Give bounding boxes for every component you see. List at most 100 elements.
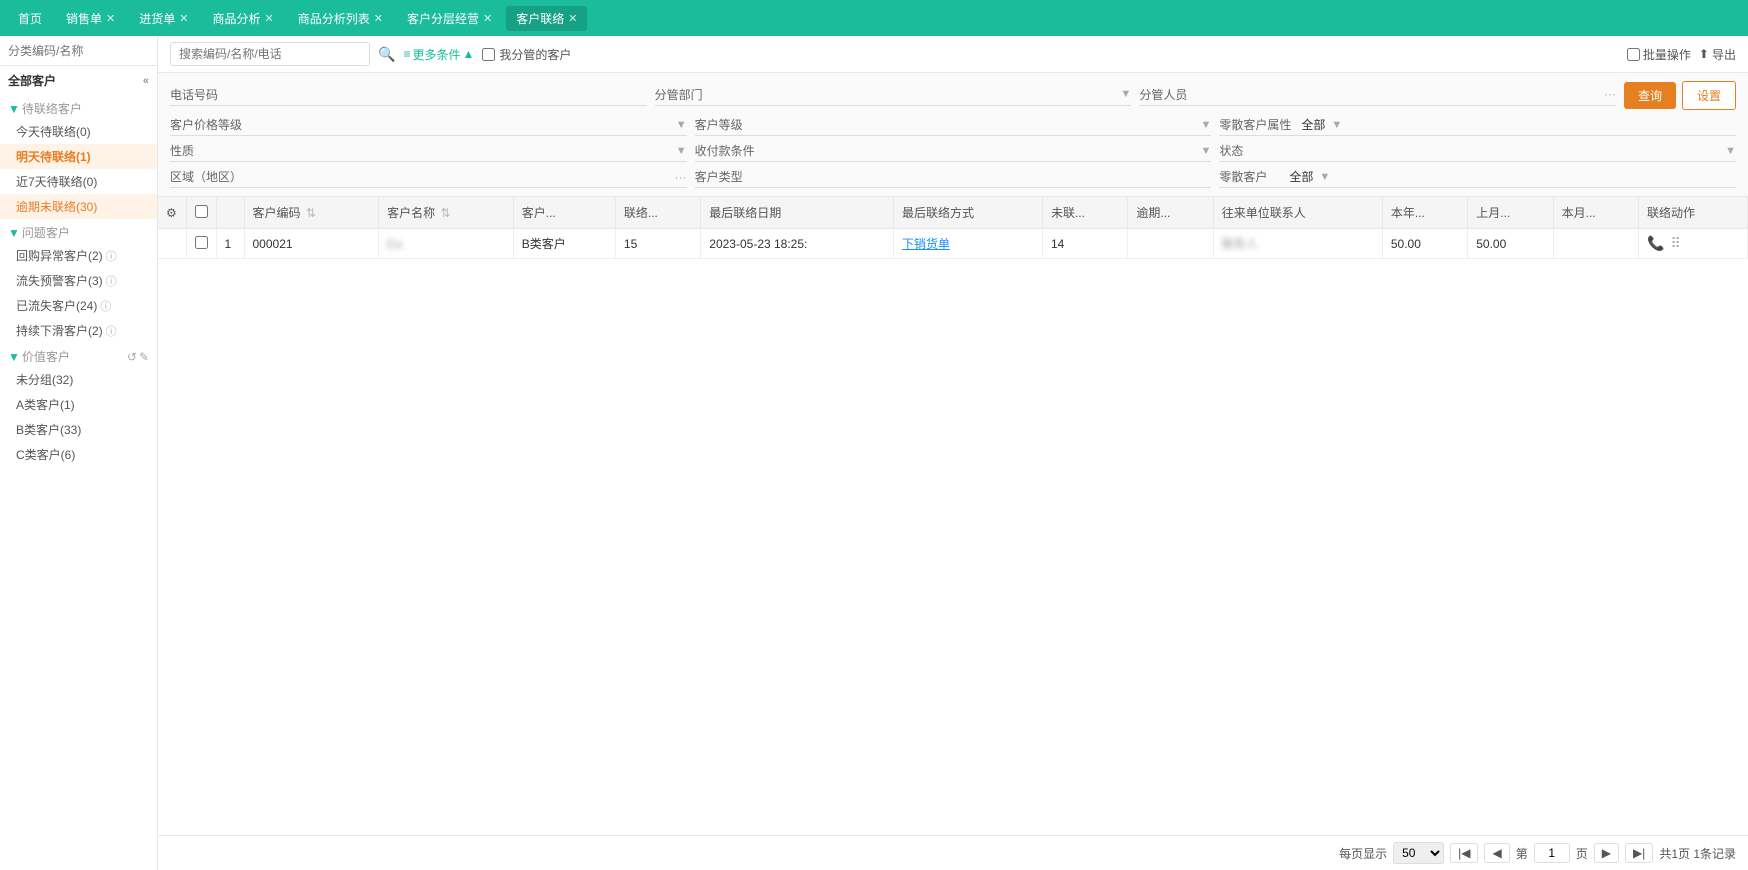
filter-region: 区域（地区） ··· [170,168,687,188]
filter-manager: 分管人员 ··· [1139,86,1616,106]
footer: 每页显示 50 100 200 |◀ ◀ 第 页 ▶ ▶| 共1页 1条记录 [158,835,1748,870]
next-page-btn[interactable]: ▶ [1594,843,1619,863]
filter-retail-attr: 零散客户属性 全部 ▼ [1219,116,1736,136]
filter-customer-level: 客户等级 ▼ [695,116,1212,136]
col-settings[interactable]: ⚙ [158,197,186,229]
filter-price-level: 客户价格等级 ▼ [170,116,687,136]
more-conditions-btn[interactable]: ≡ 更多条件 ▲ [403,46,474,63]
nav-customer-tier[interactable]: 客户分层经营 ✕ [397,6,502,31]
nav-customer-tier-close[interactable]: ✕ [483,12,492,25]
table-row: 1 000021 Ea B类客户 15 2023-05-23 18:25: 下销… [158,229,1748,259]
nav-purchase-close[interactable]: ✕ [179,12,188,25]
my-customers-checkbox-group: 我分管的客户 [482,46,571,63]
nav-analysis-list-close[interactable]: ✕ [374,12,383,25]
row-this-year: 50.00 [1382,229,1467,259]
col-no [216,197,244,229]
nav-customer-contact-close[interactable]: ✕ [568,12,577,25]
last-method-link[interactable]: 下销货单 [902,237,950,251]
col-code[interactable]: 客户编码 ⇅ [244,197,379,229]
row-no: 1 [216,229,244,259]
info-icon-churn-warning: ⓘ [106,273,117,289]
payment-arrow: ▼ [1200,145,1211,157]
my-customers-checkbox[interactable] [482,48,495,61]
sidebar-item-class-c[interactable]: C类客户(6) [0,442,157,467]
sidebar: 🔍 全部客户 « ▼ 待联络客户 今天待联络(0) 明天待联络(1) 近7天待联… [0,36,158,870]
nav-analysis-list[interactable]: 商品分析列表 ✕ [288,6,393,31]
prev-page-btn[interactable]: ◀ [1484,843,1509,863]
filter-bar: 🔍 ≡ 更多条件 ▲ 我分管的客户 批量操作 ⬆ 导出 [158,36,1748,73]
row-not-linked: 14 [1042,229,1127,259]
sidebar-item-overdue[interactable]: 逾期未联络(30) [0,194,157,219]
last-page-btn[interactable]: ▶| [1625,843,1653,863]
sidebar-item-today[interactable]: 今天待联络(0) [0,119,157,144]
info-icon-abnormal: ⓘ [106,248,117,264]
row-name: Ea [379,229,514,259]
row-settings-cell [158,229,186,259]
filter-row-1: 电话号码 分管部门 ▼ 分管人员 ··· 查询 设置 [170,81,1736,110]
sidebar-item-class-a[interactable]: A类客户(1) [0,392,157,417]
filter-status: 状态 ▼ [1219,142,1736,162]
manager-dots[interactable]: ··· [1604,87,1616,101]
nav-customer-contact[interactable]: 客户联络 ✕ [506,6,587,31]
value-group-edit-icons: ↺ ✎ [127,350,149,364]
page-input[interactable] [1534,843,1570,863]
row-contacts-person: 联系人 [1213,229,1382,259]
info-icon-declining: ⓘ [106,323,117,339]
first-page-btn[interactable]: |◀ [1450,843,1478,863]
query-button[interactable]: 查询 [1624,82,1676,109]
table-select-all[interactable] [195,205,208,218]
main-container: 🔍 全部客户 « ▼ 待联络客户 今天待联络(0) 明天待联络(1) 近7天待联… [0,36,1748,870]
sidebar-item-ungrouped[interactable]: 未分组(32) [0,367,157,392]
nav-analysis[interactable]: 商品分析 ✕ [202,6,283,31]
row-action: 📞 ⠿ [1639,229,1748,259]
col-last-method: 最后联络方式 [893,197,1042,229]
row-contacts: 15 [615,229,700,259]
gear-icon[interactable]: ⚙ [166,206,177,220]
page-label: 第 [1516,845,1528,862]
all-customers-header[interactable]: 全部客户 « [0,66,157,95]
nav-sales[interactable]: 销售单 ✕ [56,6,125,31]
edit-icon[interactable]: ✎ [139,350,149,364]
info-icon-churned: ⓘ [100,298,111,314]
row-checkbox[interactable] [195,236,208,249]
gender-arrow: ▼ [676,145,687,157]
nav-purchase[interactable]: 进货单 ✕ [129,6,198,31]
batch-op-btn[interactable]: 批量操作 [1627,46,1691,63]
all-customers-label: 全部客户 [8,72,56,89]
my-customers-label: 我分管的客户 [499,46,571,63]
col-last-date: 最后联络日期 [701,197,894,229]
phone-action-icon[interactable]: 📞 [1647,235,1664,252]
export-btn[interactable]: ⬆ 导出 [1699,46,1736,63]
main-search-input[interactable] [170,42,370,66]
refresh-icon[interactable]: ↺ [127,350,137,364]
nav-home[interactable]: 首页 [8,6,52,31]
filter-payment: 收付款条件 ▼ [695,142,1212,162]
col-name[interactable]: 客户名称 ⇅ [379,197,514,229]
filter-right-actions: 批量操作 ⬆ 导出 [1627,46,1736,63]
sidebar-item-class-b[interactable]: B类客户(33) [0,417,157,442]
batch-op-checkbox[interactable] [1627,48,1640,61]
sidebar-search-input[interactable] [8,44,158,58]
nav-sales-close[interactable]: ✕ [106,12,115,25]
advanced-filters: 电话号码 分管部门 ▼ 分管人员 ··· 查询 设置 [158,73,1748,197]
per-page-select[interactable]: 50 100 200 [1393,842,1444,864]
sidebar-item-abnormal[interactable]: 回购异常客户(2) ⓘ [0,243,157,268]
filter-row-3: 性质 ▼ 收付款条件 ▼ 状态 ▼ [170,142,1736,162]
main-search-icon[interactable]: 🔍 [378,46,395,63]
col-checkbox[interactable] [186,197,216,229]
sidebar-item-tomorrow[interactable]: 明天待联络(1) [0,144,157,169]
sort-icon-name: ⇅ [440,206,450,220]
more-action-icon[interactable]: ⠿ [1670,235,1680,252]
retail-attr-arrow: ▼ [1331,119,1342,131]
row-checkbox-cell[interactable] [186,229,216,259]
row-last-method[interactable]: 下销货单 [893,229,1042,259]
page-end-label: 页 [1576,845,1588,862]
region-dots[interactable]: ··· [675,170,687,184]
sidebar-item-churned[interactable]: 已流失客户(24) ⓘ [0,293,157,318]
sidebar-item-7days[interactable]: 近7天待联络(0) [0,169,157,194]
customer-level-arrow: ▼ [1200,119,1211,131]
sidebar-item-churn-warning[interactable]: 流失预警客户(3) ⓘ [0,268,157,293]
settings-button[interactable]: 设置 [1682,81,1736,110]
sidebar-item-declining[interactable]: 持续下滑客户(2) ⓘ [0,318,157,343]
nav-analysis-close[interactable]: ✕ [265,12,274,25]
